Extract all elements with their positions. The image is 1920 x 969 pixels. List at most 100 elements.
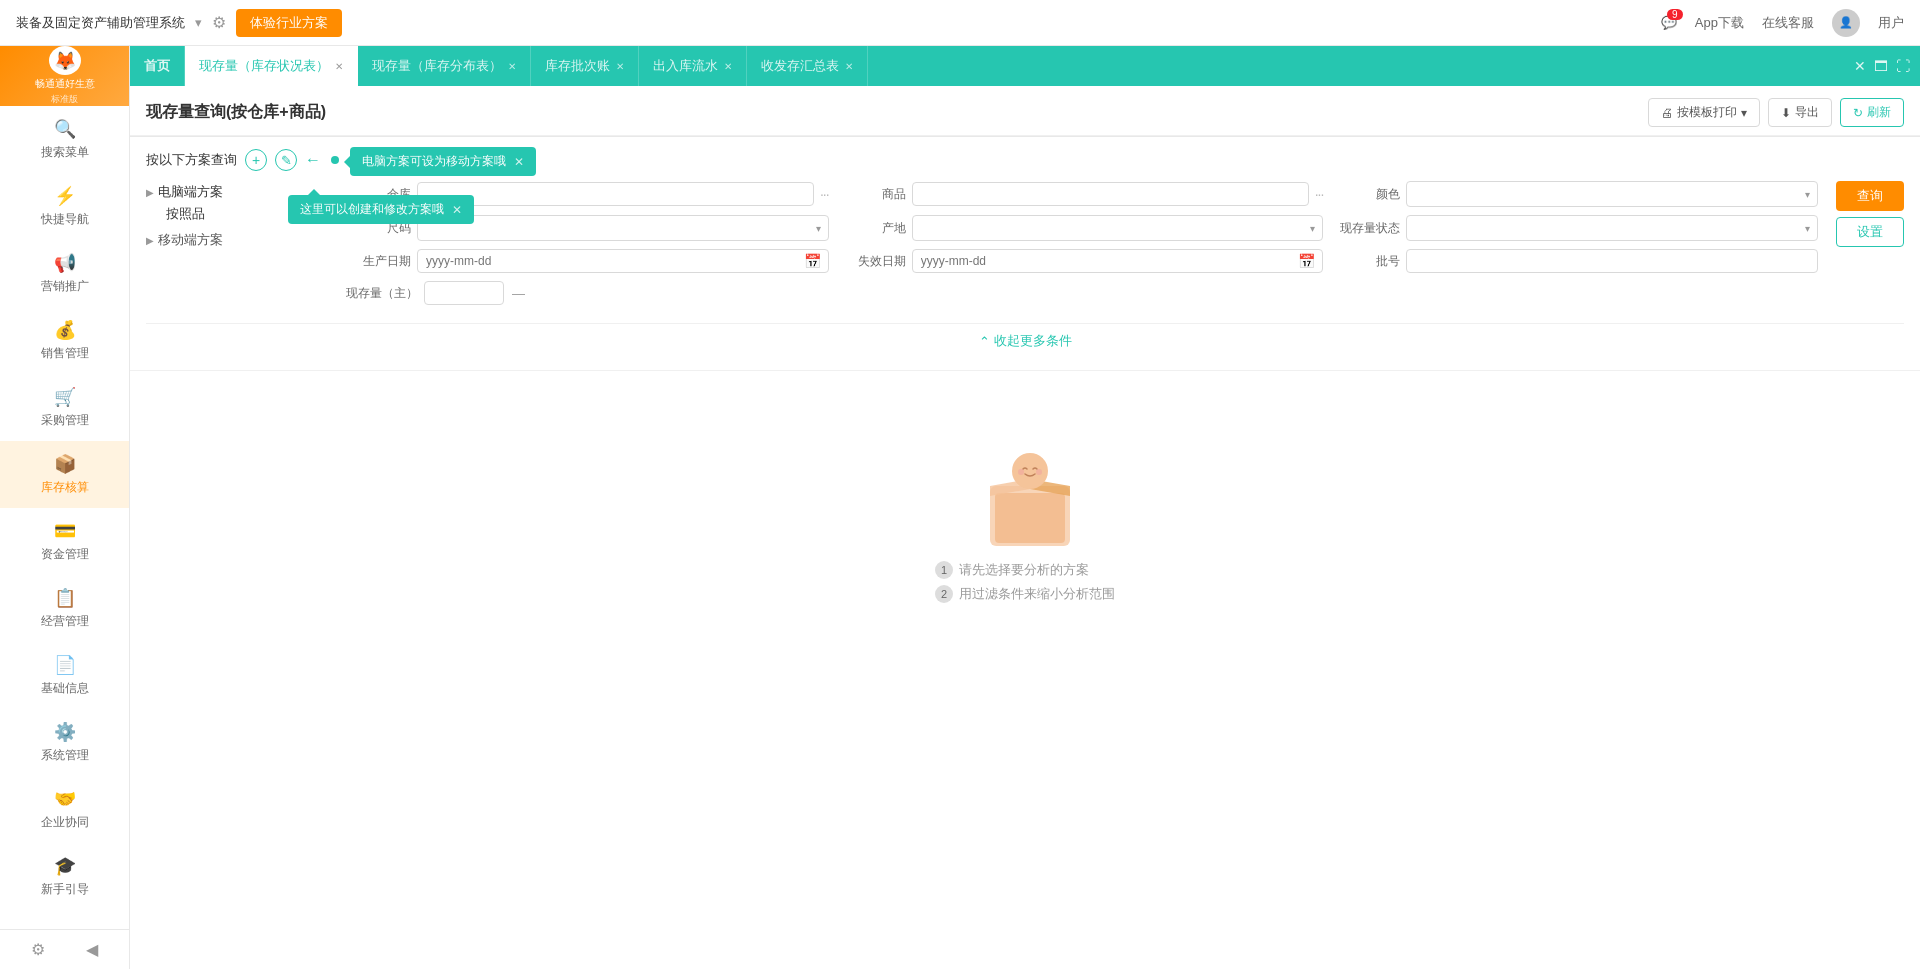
size-select[interactable] <box>417 215 829 241</box>
tab-fullscreen-icon[interactable]: ⛶ <box>1896 58 1910 74</box>
tab-inout-flow[interactable]: 出入库流水 ✕ <box>639 46 747 86</box>
edit-scheme-btn[interactable]: ✎ <box>275 149 297 171</box>
color-select[interactable] <box>1406 181 1818 207</box>
svg-point-2 <box>1012 453 1048 489</box>
produce-date-input[interactable] <box>417 249 829 273</box>
product-more-icon[interactable]: ··· <box>1315 186 1324 202</box>
mobile-scheme-label: 移动端方案 <box>158 231 223 249</box>
sales-icon: 💰 <box>54 319 76 341</box>
origin-select[interactable] <box>912 215 1324 241</box>
add-scheme-btn[interactable]: + <box>245 149 267 171</box>
export-icon: ⬇ <box>1781 106 1791 120</box>
page-actions: 🖨 按模板打印 ▾ ⬇ 导出 ↻ 刷新 <box>1648 98 1904 127</box>
color-label: 颜色 <box>1335 186 1400 203</box>
tab-inventory-status-label: 现存量（库存状况表） <box>199 57 329 75</box>
sidebar-label-operation: 经营管理 <box>41 613 89 630</box>
sidebar-label-purchase: 采购管理 <box>41 412 89 429</box>
warehouse-more-icon[interactable]: ··· <box>820 186 829 202</box>
field-row-batch: 批号 <box>1335 249 1818 273</box>
warehouse-input[interactable] <box>417 182 814 206</box>
product-input[interactable] <box>912 182 1309 206</box>
tab-close-all-icon[interactable]: ✕ <box>1854 58 1866 74</box>
sidebar: 🦊 畅通通好生意 标准版 🔍 搜索菜单 ⚡ 快捷导航 📢 营销推广 💰 销售管理 <box>0 46 130 969</box>
print-btn[interactable]: 🖨 按模板打印 ▾ <box>1648 98 1760 127</box>
gear-icon[interactable]: ⚙ <box>212 13 226 32</box>
message-icon[interactable]: 💬 9 <box>1661 15 1677 30</box>
stock-main-control: — <box>424 281 829 305</box>
scheme-tooltip: 这里可以创建和修改方案哦 ✕ <box>288 195 474 224</box>
bubble-tooltip-text: 电脑方案可设为移动方案哦 <box>362 153 506 170</box>
page-header: 现存量查询(按仓库+商品) 🖨 按模板打印 ▾ ⬇ 导出 ↻ <box>130 86 1920 135</box>
desktop-child1-label: 按照品 <box>166 205 205 223</box>
sidebar-item-cooperation[interactable]: 🤝 企业协同 <box>0 776 129 843</box>
system-dropdown-icon[interactable]: ▾ <box>195 15 202 30</box>
stock-main-from-input[interactable] <box>424 281 504 305</box>
tab-restore-icon[interactable]: 🗖 <box>1874 58 1888 74</box>
guide-icon: 🎓 <box>54 855 76 877</box>
tab-inout-flow-close[interactable]: ✕ <box>724 61 732 72</box>
user-avatar[interactable]: 👤 <box>1832 9 1860 37</box>
tab-inventory-dist-label: 现存量（库存分布表） <box>372 57 502 75</box>
refresh-icon: ↻ <box>1853 106 1863 120</box>
content-area: 首页 现存量（库存状况表） ✕ 现存量（库存分布表） ✕ 库存批次账 ✕ 出入库… <box>130 46 1920 969</box>
reset-btn[interactable]: 设置 <box>1836 217 1904 247</box>
logo-text: 畅通通好生意 <box>35 77 95 91</box>
sidebar-item-purchase[interactable]: 🛒 采购管理 <box>0 374 129 441</box>
sidebar-label-finance: 资金管理 <box>41 546 89 563</box>
sidebar-item-marketing[interactable]: 📢 营销推广 <box>0 240 129 307</box>
sidebar-bottom: ⚙ ◀ <box>0 929 129 969</box>
sidebar-item-basic[interactable]: 📄 基础信息 <box>0 642 129 709</box>
produce-date-calendar-icon[interactable]: 📅 <box>804 253 821 269</box>
collapse-btn[interactable]: ⌃ 收起更多条件 <box>979 332 1072 350</box>
search-btn[interactable]: 查询 <box>1836 181 1904 211</box>
batch-input[interactable] <box>1406 249 1818 273</box>
tab-inventory-dist[interactable]: 现存量（库存分布表） ✕ <box>358 46 531 86</box>
tab-collect-summary-close[interactable]: ✕ <box>845 61 853 72</box>
scheme-mobile[interactable]: ▶ 移动端方案 <box>146 229 336 251</box>
field-row-produce-date: 生产日期 📅 <box>346 249 829 273</box>
tabs-bar: 首页 现存量（库存状况表） ✕ 现存量（库存分布表） ✕ 库存批次账 ✕ 出入库… <box>130 46 1920 86</box>
desktop-scheme-label: 电脑端方案 <box>158 183 223 201</box>
export-btn[interactable]: ⬇ 导出 <box>1768 98 1832 127</box>
tab-batch-account[interactable]: 库存批次账 ✕ <box>531 46 639 86</box>
tab-inventory-status[interactable]: 现存量（库存状况表） ✕ <box>185 46 358 86</box>
sidebar-item-inventory[interactable]: 📦 库存核算 <box>0 441 129 508</box>
sidebar-item-search[interactable]: 🔍 搜索菜单 <box>0 106 129 173</box>
color-select-wrapper: ▾ <box>1406 181 1818 207</box>
sidebar-item-quick[interactable]: ⚡ 快捷导航 <box>0 173 129 240</box>
online-support[interactable]: 在线客服 <box>1762 14 1814 32</box>
sidebar-item-guide[interactable]: 🎓 新手引导 <box>0 843 129 910</box>
stock-main-label: 现存量（主） <box>346 285 418 302</box>
tab-batch-account-close[interactable]: ✕ <box>616 61 624 72</box>
tab-home-label: 首页 <box>144 57 170 75</box>
expiry-date-calendar-icon[interactable]: 📅 <box>1298 253 1315 269</box>
app-download[interactable]: App下载 <box>1695 14 1744 32</box>
sidebar-collapse-icon[interactable]: ◀ <box>86 940 98 959</box>
field-row-stock-status: 现存量状态 ▾ <box>1335 215 1818 241</box>
scheme-tooltip-close[interactable]: ✕ <box>452 203 462 217</box>
arrow-scheme-btn[interactable]: ← <box>305 151 321 169</box>
tab-inventory-status-close[interactable]: ✕ <box>335 61 343 72</box>
stock-status-select[interactable] <box>1406 215 1818 241</box>
tab-inventory-dist-close[interactable]: ✕ <box>508 61 516 72</box>
sidebar-item-operation[interactable]: 📋 经营管理 <box>0 575 129 642</box>
sidebar-item-sales[interactable]: 💰 销售管理 <box>0 307 129 374</box>
page-title: 现存量查询(按仓库+商品) <box>146 102 326 123</box>
scheme-tooltip-text: 这里可以创建和修改方案哦 <box>300 201 444 218</box>
sidebar-settings-icon[interactable]: ⚙ <box>31 940 45 959</box>
sidebar-label-search: 搜索菜单 <box>41 144 89 161</box>
expiry-date-input[interactable] <box>912 249 1324 273</box>
bubble-tooltip: 电脑方案可设为移动方案哦 ✕ <box>350 147 536 176</box>
batch-label: 批号 <box>1335 253 1400 270</box>
sidebar-item-system[interactable]: ⚙️ 系统管理 <box>0 709 129 776</box>
tab-batch-account-label: 库存批次账 <box>545 57 610 75</box>
bubble-tooltip-close[interactable]: ✕ <box>514 155 524 169</box>
sidebar-item-finance[interactable]: 💳 资金管理 <box>0 508 129 575</box>
experience-btn[interactable]: 体验行业方案 <box>236 9 342 37</box>
refresh-btn[interactable]: ↻ 刷新 <box>1840 98 1904 127</box>
main-layout: 🦊 畅通通好生意 标准版 🔍 搜索菜单 ⚡ 快捷导航 📢 营销推广 💰 销售管理 <box>0 46 1920 969</box>
tab-home[interactable]: 首页 <box>130 46 185 86</box>
sidebar-label-basic: 基础信息 <box>41 680 89 697</box>
tab-collect-summary[interactable]: 收发存汇总表 ✕ <box>747 46 868 86</box>
hint2-text: 用过滤条件来缩小分析范围 <box>959 585 1115 603</box>
